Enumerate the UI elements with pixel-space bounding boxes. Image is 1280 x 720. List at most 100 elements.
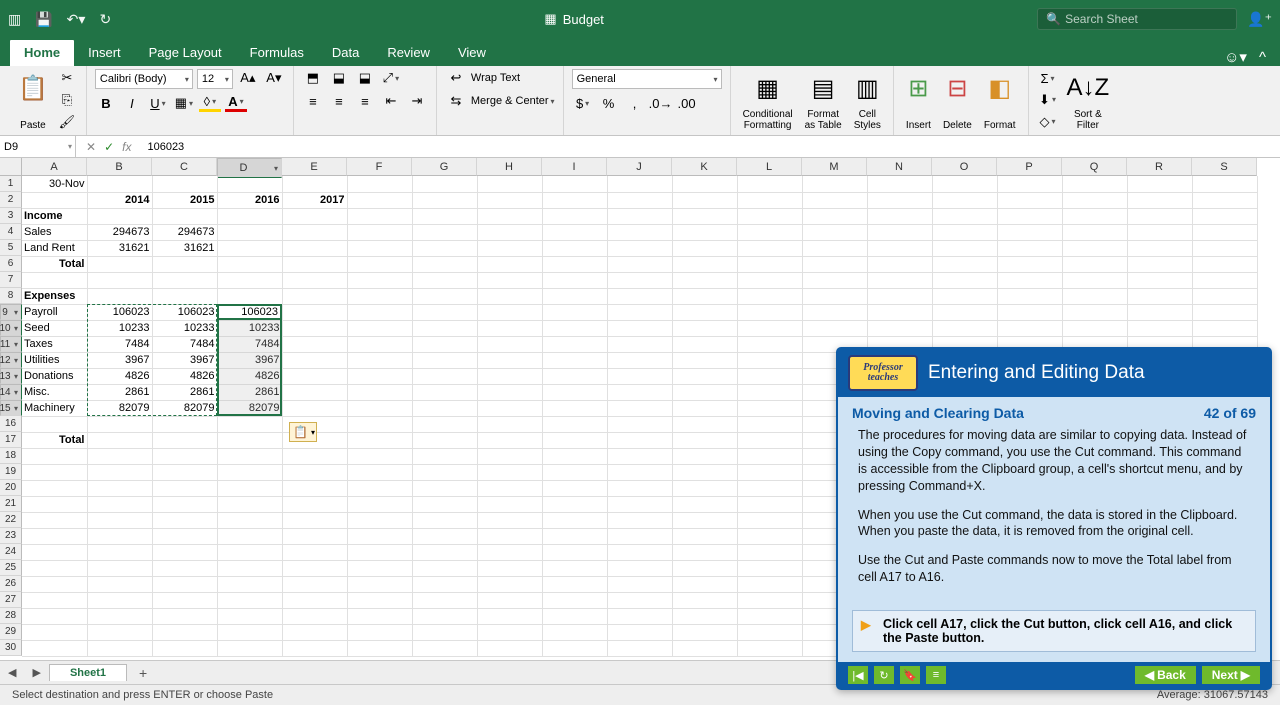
- cell-M3[interactable]: [802, 208, 867, 224]
- row-header-16[interactable]: 16: [0, 416, 22, 432]
- cell-G4[interactable]: [412, 224, 477, 240]
- column-header-M[interactable]: M: [802, 158, 867, 176]
- cell-A8[interactable]: Expenses: [22, 288, 87, 304]
- wrap-text-button[interactable]: Wrap Text: [471, 72, 520, 84]
- cell-J20[interactable]: [607, 480, 672, 496]
- cell-I5[interactable]: [542, 240, 607, 256]
- font-color-button[interactable]: A: [225, 94, 247, 112]
- cell-L10[interactable]: [737, 320, 802, 336]
- row-header-21[interactable]: 21: [0, 496, 22, 512]
- align-bottom-icon[interactable]: ⬓: [354, 69, 376, 87]
- row-header-14[interactable]: 14: [0, 384, 22, 400]
- cell-F25[interactable]: [347, 560, 412, 576]
- cell-F2[interactable]: [347, 192, 412, 208]
- cell-I16[interactable]: [542, 416, 607, 432]
- cell-R7[interactable]: [1127, 272, 1192, 288]
- row-header-5[interactable]: 5: [0, 240, 22, 256]
- cell-D24[interactable]: [217, 544, 282, 560]
- cell-B18[interactable]: [87, 448, 152, 464]
- cell-D20[interactable]: [217, 480, 282, 496]
- cell-H12[interactable]: [477, 352, 542, 368]
- row-header-13[interactable]: 13: [0, 368, 22, 384]
- cell-M9[interactable]: [802, 304, 867, 320]
- cell-E6[interactable]: [282, 256, 347, 272]
- row-header-19[interactable]: 19: [0, 464, 22, 480]
- cell-C2[interactable]: 2015: [152, 192, 217, 208]
- tab-review[interactable]: Review: [373, 40, 444, 66]
- cell-N8[interactable]: [867, 288, 932, 304]
- cell-D1[interactable]: [217, 176, 282, 192]
- cell-H15[interactable]: [477, 400, 542, 416]
- increase-indent-icon[interactable]: ⇥: [406, 92, 428, 110]
- cell-K19[interactable]: [672, 464, 737, 480]
- cell-G25[interactable]: [412, 560, 477, 576]
- cell-K14[interactable]: [672, 384, 737, 400]
- cell-C30[interactable]: [152, 640, 217, 656]
- cell-I3[interactable]: [542, 208, 607, 224]
- cell-Q5[interactable]: [1062, 240, 1127, 256]
- row-header-15[interactable]: 15: [0, 400, 22, 416]
- cell-P5[interactable]: [997, 240, 1062, 256]
- cell-D26[interactable]: [217, 576, 282, 592]
- cell-F16[interactable]: [347, 416, 412, 432]
- cell-C5[interactable]: 31621: [152, 240, 217, 256]
- cell-F13[interactable]: [347, 368, 412, 384]
- cell-H26[interactable]: [477, 576, 542, 592]
- cell-S8[interactable]: [1192, 288, 1257, 304]
- cell-O1[interactable]: [932, 176, 997, 192]
- cell-K30[interactable]: [672, 640, 737, 656]
- insert-cells-button[interactable]: ⊞Insert: [902, 69, 935, 131]
- cell-A6[interactable]: Total: [22, 256, 87, 272]
- clear-icon[interactable]: ◇: [1037, 113, 1059, 131]
- cell-H2[interactable]: [477, 192, 542, 208]
- cell-K24[interactable]: [672, 544, 737, 560]
- cell-A28[interactable]: [22, 608, 87, 624]
- cell-M2[interactable]: [802, 192, 867, 208]
- row-header-26[interactable]: 26: [0, 576, 22, 592]
- cell-A20[interactable]: [22, 480, 87, 496]
- cell-B16[interactable]: [87, 416, 152, 432]
- cell-I29[interactable]: [542, 624, 607, 640]
- cell-N10[interactable]: [867, 320, 932, 336]
- cell-L20[interactable]: [737, 480, 802, 496]
- row-header-24[interactable]: 24: [0, 544, 22, 560]
- cell-P9[interactable]: [997, 304, 1062, 320]
- cell-S4[interactable]: [1192, 224, 1257, 240]
- cell-P1[interactable]: [997, 176, 1062, 192]
- search-input[interactable]: [1065, 12, 1228, 26]
- row-header-27[interactable]: 27: [0, 592, 22, 608]
- cell-M8[interactable]: [802, 288, 867, 304]
- cell-D8[interactable]: [217, 288, 282, 304]
- bold-button[interactable]: B: [95, 94, 117, 112]
- cell-I9[interactable]: [542, 304, 607, 320]
- cell-D23[interactable]: [217, 528, 282, 544]
- cell-C15[interactable]: 82079: [152, 400, 217, 416]
- cell-B7[interactable]: [87, 272, 152, 288]
- italic-button[interactable]: I: [121, 94, 143, 112]
- cell-K18[interactable]: [672, 448, 737, 464]
- save-icon[interactable]: 💾: [35, 11, 52, 28]
- cell-N7[interactable]: [867, 272, 932, 288]
- decrease-decimal-icon[interactable]: .00: [676, 94, 698, 112]
- cell-D22[interactable]: [217, 512, 282, 528]
- cell-J16[interactable]: [607, 416, 672, 432]
- cut-icon[interactable]: ✂: [56, 69, 78, 87]
- cell-P8[interactable]: [997, 288, 1062, 304]
- cell-M6[interactable]: [802, 256, 867, 272]
- cell-B17[interactable]: [87, 432, 152, 448]
- cell-R10[interactable]: [1127, 320, 1192, 336]
- column-header-F[interactable]: F: [347, 158, 412, 176]
- copy-icon[interactable]: ⎘: [56, 91, 78, 109]
- cell-L27[interactable]: [737, 592, 802, 608]
- row-header-18[interactable]: 18: [0, 448, 22, 464]
- cell-F28[interactable]: [347, 608, 412, 624]
- cell-P3[interactable]: [997, 208, 1062, 224]
- cell-B2[interactable]: 2014: [87, 192, 152, 208]
- sheet-tab-active[interactable]: Sheet1: [49, 664, 127, 681]
- cell-A15[interactable]: Machinery: [22, 400, 87, 416]
- column-header-C[interactable]: C: [152, 158, 217, 176]
- cell-G28[interactable]: [412, 608, 477, 624]
- cell-K17[interactable]: [672, 432, 737, 448]
- cell-A23[interactable]: [22, 528, 87, 544]
- cell-F4[interactable]: [347, 224, 412, 240]
